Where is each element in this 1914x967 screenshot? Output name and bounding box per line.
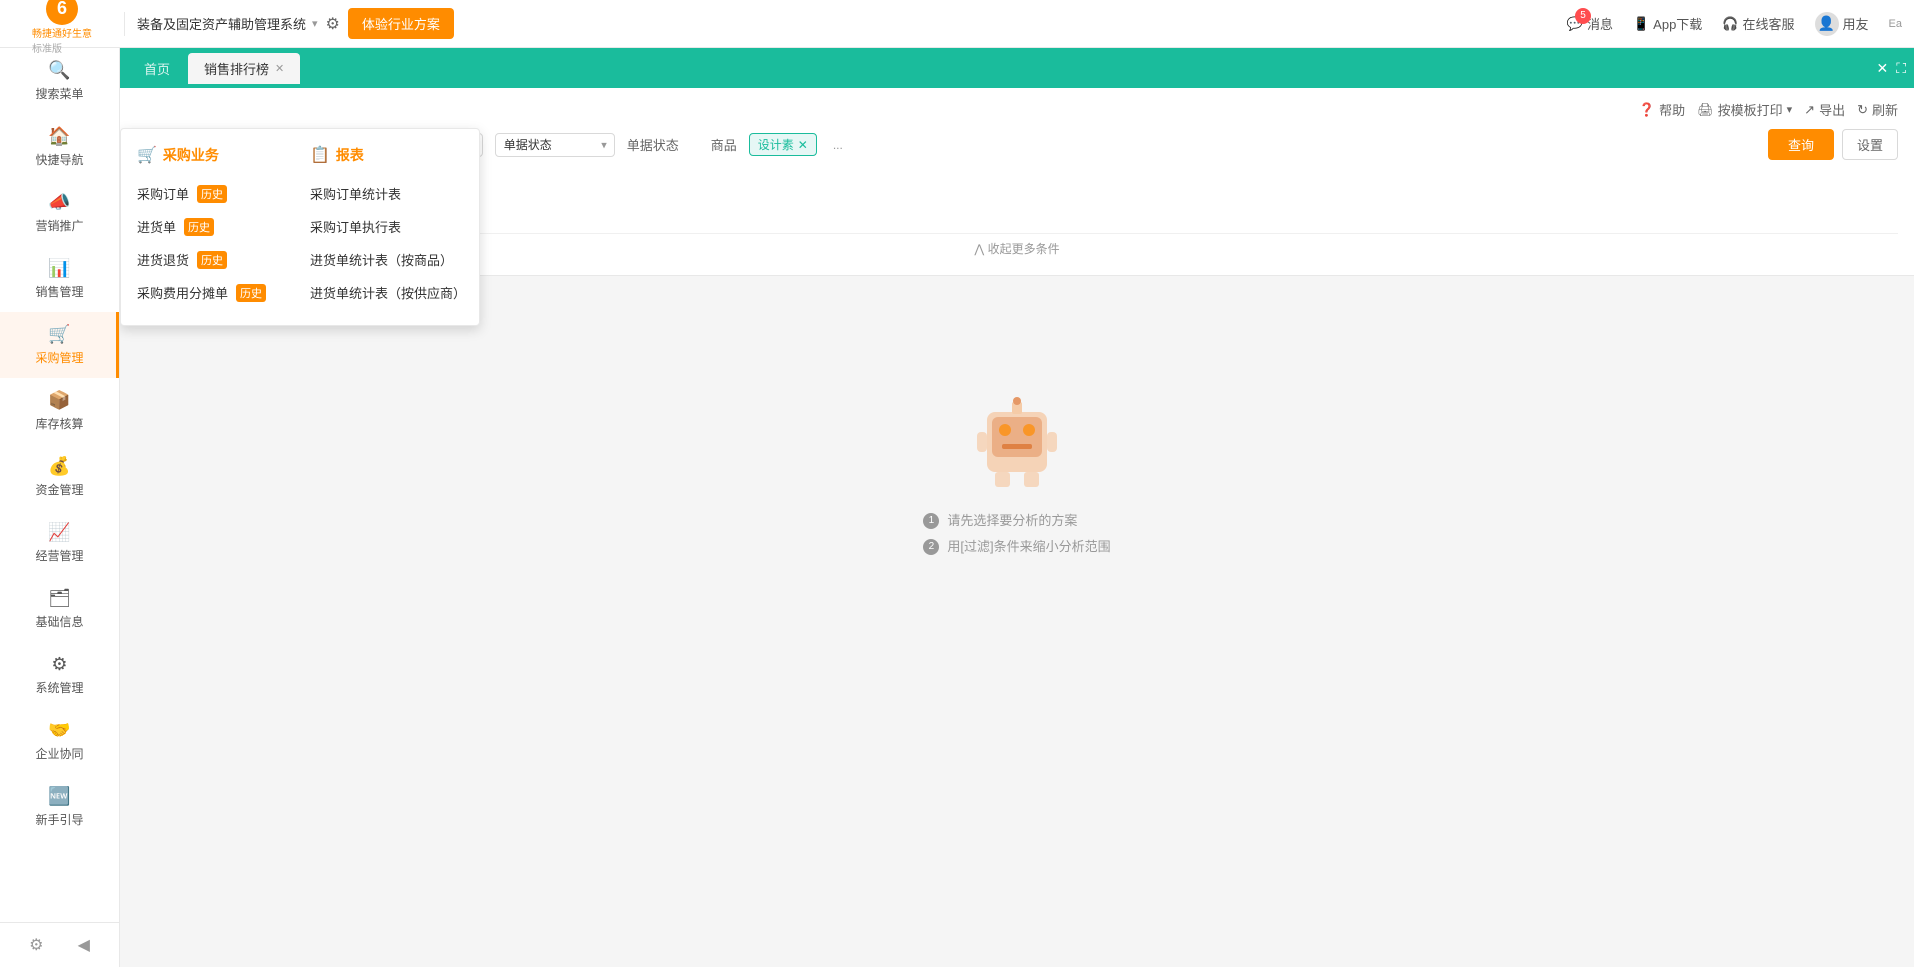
sidebar-item-inventory[interactable]: 📦 库存核算 (0, 378, 119, 444)
filter-toolbar: ❓ 帮助 🖨 按模板打印 ▾ ↗ 导出 ↻ 刷新 (136, 100, 1898, 119)
avatar-icon: 👤 (1815, 12, 1839, 36)
message-icon: 💬 5 (1567, 16, 1583, 32)
sidebar-item-guide[interactable]: 🆕 新手引导 (0, 774, 119, 840)
finance-icon: 💰 (48, 456, 70, 477)
topbar-right: 💬 5 消息 📱 App下载 🎧 在线客服 👤 用友 Ea (1567, 12, 1902, 36)
system-dropdown-arrow: ▾ (312, 17, 318, 30)
sidebar-collapse-button[interactable]: ◀ (78, 935, 90, 955)
report-purchase-order-stat[interactable]: 采购订单统计表 (310, 177, 463, 210)
headset-icon: 🎧 (1722, 16, 1738, 32)
print-template-button[interactable]: 🖨 按模板打印 ▾ (1697, 100, 1792, 119)
operation-icon: 📈 (48, 522, 70, 543)
sidebar-item-operation[interactable]: 📈 经营管理 (0, 510, 119, 576)
home-icon: 🏠 (48, 126, 70, 147)
help-button[interactable]: ❓ 帮助 (1639, 100, 1685, 119)
tab-home[interactable]: 首页 (128, 53, 186, 84)
system-icon: ⚙ (51, 654, 67, 675)
sidebar-item-marketing[interactable]: 📣 营销推广 (0, 180, 119, 246)
inventory-icon: 📦 (48, 390, 70, 411)
logo-text: 畅捷通好生意 标准版 (32, 25, 92, 55)
guide-icon: 🆕 (48, 786, 70, 807)
basic-info-icon: 🗂 (48, 588, 71, 609)
tabbar: 首页 销售排行榜 ✕ ✕ ⛶ (120, 48, 1914, 88)
user-menu-button[interactable]: 👤 用友 (1815, 12, 1869, 36)
tabbar-expand-icon[interactable]: ⛶ (1896, 60, 1906, 77)
user-text-ea: Ea (1889, 18, 1902, 30)
purchase-col-icon: 🛒 (137, 145, 157, 165)
print-icon: 🖨 (1697, 102, 1714, 118)
report-purchase-order-exec[interactable]: 采购订单执行表 (310, 210, 463, 243)
tab-close-icon[interactable]: ✕ (275, 62, 284, 75)
content-area: ❓ 帮助 🖨 按模板打印 ▾ ↗ 导出 ↻ 刷新 (120, 88, 1914, 967)
procurement-icon: 🛒 (48, 324, 70, 345)
report-goods-stat-by-supplier[interactable]: 进货单统计表（按供应商） (310, 276, 463, 309)
phone-icon: 📱 (1633, 16, 1649, 32)
dropdown-overlay: 🛒 采购业务 采购订单 历史 进货单 历史 进货退货 (120, 128, 1914, 967)
sidebar-bottom: ⚙ ◀ (0, 922, 119, 967)
procurement-dropdown-menu: 🛒 采购业务 采购订单 历史 进货单 历史 进货退货 (120, 128, 480, 326)
system-selector[interactable]: 装备及固定资产辅助管理系统 ▾ (137, 14, 318, 33)
industry-plan-button[interactable]: 体验行业方案 (348, 8, 454, 39)
tab-sales-rank[interactable]: 销售排行榜 ✕ (188, 53, 300, 84)
purchase-return-item[interactable]: 进货退货 历史 (137, 243, 290, 276)
logo-icon: 6 (46, 0, 78, 25)
export-icon: ↗ (1804, 102, 1815, 118)
report-col-icon: 📋 (310, 145, 330, 165)
tabbar-close-icon[interactable]: ✕ (1876, 60, 1888, 77)
message-button[interactable]: 💬 5 消息 (1567, 14, 1613, 33)
sidebar-item-sales[interactable]: 📊 销售管理 (0, 246, 119, 312)
app-download-button[interactable]: 📱 App下载 (1633, 14, 1702, 33)
tabbar-right: ✕ ⛶ (1876, 60, 1906, 77)
topbar: 6 畅捷通好生意 标准版 装备及固定资产辅助管理系统 ▾ ⚙ 体验行业方案 💬 … (0, 0, 1914, 48)
sales-icon: 📊 (48, 258, 70, 279)
sidebar-item-search-menu[interactable]: 🔍 搜索菜单 (0, 48, 119, 114)
main-content: 首页 销售排行榜 ✕ ✕ ⛶ ❓ 帮助 (120, 48, 1914, 967)
search-icon: 🔍 (48, 60, 70, 81)
online-service-button[interactable]: 🎧 在线客服 (1722, 14, 1794, 33)
sidebar-item-enterprise[interactable]: 🤝 企业协同 (0, 708, 119, 774)
report-goods-stat-by-product[interactable]: 进货单统计表（按商品） (310, 243, 463, 276)
sidebar-item-basic-info[interactable]: 🗂 基础信息 (0, 576, 119, 642)
refresh-button[interactable]: ↻ 刷新 (1857, 100, 1898, 119)
help-icon: ❓ (1639, 102, 1655, 118)
sidebar-item-procurement[interactable]: 🛒 采购管理 (0, 312, 119, 378)
purchase-expense-item[interactable]: 采购费用分摊单 历史 (137, 276, 290, 309)
report-col-title: 📋 报表 (310, 145, 463, 165)
system-gear-icon[interactable]: ⚙ (326, 14, 340, 34)
purchase-order-item[interactable]: 采购订单 历史 (137, 177, 290, 210)
layout: 🔍 搜索菜单 🏠 快捷导航 📣 营销推广 📊 销售管理 🛒 采购管理 📦 库存核… (0, 48, 1914, 967)
purchase-col-title: 🛒 采购业务 (137, 145, 290, 165)
print-dropdown-icon: ▾ (1787, 103, 1793, 116)
logo: 6 畅捷通好生意 标准版 (12, 0, 112, 55)
marketing-icon: 📣 (48, 192, 70, 213)
sidebar-item-system[interactable]: ⚙ 系统管理 (0, 642, 119, 708)
enterprise-icon: 🤝 (48, 720, 70, 741)
sidebar-item-quick-nav[interactable]: 🏠 快捷导航 (0, 114, 119, 180)
purchase-goods-item[interactable]: 进货单 历史 (137, 210, 290, 243)
sidebar-settings-button[interactable]: ⚙ (29, 935, 43, 955)
purchase-col: 🛒 采购业务 采购订单 历史 进货单 历史 进货退货 (137, 145, 290, 309)
export-button[interactable]: ↗ 导出 (1804, 100, 1845, 119)
report-col: 📋 报表 采购订单统计表 采购订单执行表 进货单统计表（按商品） (310, 145, 463, 309)
sidebar: 🔍 搜索菜单 🏠 快捷导航 📣 营销推广 📊 销售管理 🛒 采购管理 📦 库存核… (0, 48, 120, 967)
refresh-icon: ↻ (1857, 102, 1868, 118)
sidebar-item-finance[interactable]: 💰 资金管理 (0, 444, 119, 510)
